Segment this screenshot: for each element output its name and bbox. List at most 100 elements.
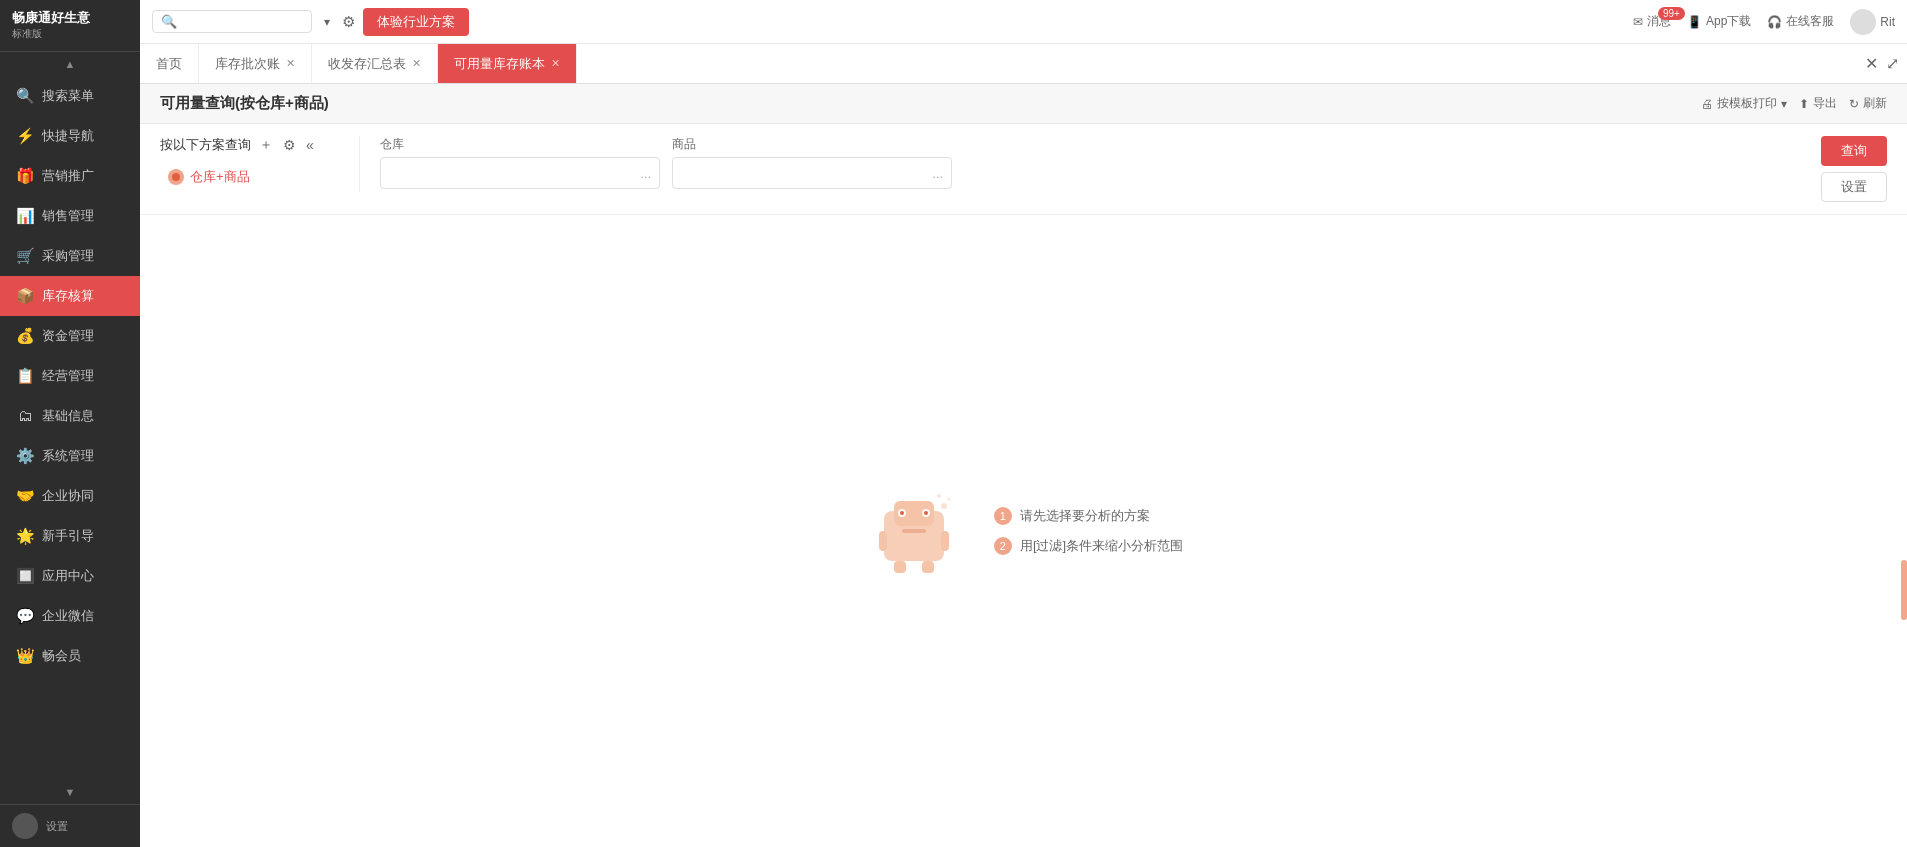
sidebar-item-corp-coop[interactable]: 🤝 企业协同: [0, 476, 140, 516]
sidebar-item-sales[interactable]: 📊 销售管理: [0, 196, 140, 236]
svg-rect-9: [941, 531, 949, 551]
svg-rect-10: [894, 561, 906, 573]
sidebar-item-inventory[interactable]: 📦 库存核算: [0, 276, 140, 316]
sidebar-item-search[interactable]: 🔍 搜索菜单: [0, 76, 140, 116]
tab-collect-summary[interactable]: 收发存汇总表 ✕: [312, 44, 438, 83]
sidebar-item-label: 新手引导: [42, 527, 94, 545]
edit-scheme-button[interactable]: ⚙: [281, 137, 298, 153]
tab-available-stock[interactable]: 可用量库存账本 ✕: [438, 44, 577, 83]
cart-icon: 🛒: [16, 247, 34, 265]
refresh-button[interactable]: ↻ 刷新: [1849, 95, 1887, 112]
query-button[interactable]: 查询: [1821, 136, 1887, 166]
svg-rect-8: [879, 531, 887, 551]
sidebar-item-label: 搜索菜单: [42, 87, 94, 105]
online-service-button[interactable]: 🎧 在线客服: [1767, 13, 1834, 30]
clipboard-icon: 📋: [16, 367, 34, 385]
scheme-item-warehouse-goods[interactable]: 仓库+商品: [160, 162, 347, 192]
tab-close-icon[interactable]: ✕: [412, 57, 421, 70]
sidebar-item-label: 采购管理: [42, 247, 94, 265]
sidebar-item-vip[interactable]: 👑 畅会员: [0, 636, 140, 676]
goods-input-box[interactable]: ...: [672, 157, 952, 189]
scroll-down[interactable]: ▼: [0, 780, 140, 804]
sidebar-item-app-center[interactable]: 🔲 应用中心: [0, 556, 140, 596]
crown-icon: 👑: [16, 647, 34, 665]
brand-name: 畅康通好生意: [12, 10, 128, 27]
sidebar-item-system[interactable]: ⚙️ 系统管理: [0, 436, 140, 476]
sidebar-item-newbie[interactable]: 🌟 新手引导: [0, 516, 140, 556]
tip-text-2: 用[过滤]条件来缩小分析范围: [1020, 537, 1183, 555]
scheme-item-label: 仓库+商品: [190, 168, 250, 186]
sidebar: 畅康通好生意 标准版 ▲ 🔍 搜索菜单 ⚡ 快捷导航 🎁 营销推广 📊 销售管理…: [0, 0, 140, 847]
warehouse-input-box[interactable]: ...: [380, 157, 660, 189]
sidebar-item-label: 应用中心: [42, 567, 94, 585]
sidebar-scroll: 🔍 搜索菜单 ⚡ 快捷导航 🎁 营销推广 📊 销售管理 🛒 采购管理 📦 库存核…: [0, 76, 140, 780]
user-menu[interactable]: Rit: [1850, 9, 1895, 35]
money-icon: 💰: [16, 327, 34, 345]
tab-home[interactable]: 首页: [140, 44, 199, 83]
tip-text-1: 请先选择要分析的方案: [1020, 507, 1150, 525]
search-input[interactable]: [181, 15, 281, 29]
settings-icon[interactable]: ⚙: [342, 13, 355, 31]
warehouse-more-icon[interactable]: ...: [640, 166, 651, 181]
tab-close-icon[interactable]: ✕: [286, 57, 295, 70]
page-content: 可用量查询(按仓库+商品) 🖨 按模板打印 ▾ ⬆ 导出 ↻ 刷新: [140, 84, 1907, 847]
close-tab-button[interactable]: ✕: [1865, 54, 1878, 73]
message-button[interactable]: ✉ 消息 99+: [1633, 13, 1671, 30]
goods-more-icon[interactable]: ...: [932, 166, 943, 181]
field-group-warehouse: 仓库 ...: [380, 136, 660, 189]
sidebar-item-label: 资金管理: [42, 327, 94, 345]
chart-icon: 📊: [16, 207, 34, 225]
topbar-search-box[interactable]: 🔍: [152, 10, 312, 33]
scheme-header: 按以下方案查询 ＋ ⚙ «: [160, 136, 347, 154]
maximize-button[interactable]: ⤢: [1886, 54, 1899, 73]
svg-rect-11: [922, 561, 934, 573]
topbar: 🔍 ▾ ⚙ 体验行业方案 ✉ 消息 99+ 📱 App下载 🎧 在线客服 Rit: [140, 0, 1907, 44]
warehouse-input[interactable]: [389, 166, 636, 181]
brand-sub: 标准版: [12, 27, 128, 41]
chevron-down-icon: ▾: [1781, 97, 1787, 111]
right-scrollbar[interactable]: [1901, 560, 1907, 620]
app-download-button[interactable]: 📱 App下载: [1687, 13, 1751, 30]
grid-icon: 🔲: [16, 567, 34, 585]
industry-solution-button[interactable]: 体验行业方案: [363, 8, 469, 36]
goods-input[interactable]: [681, 166, 928, 181]
filter-area: 按以下方案查询 ＋ ⚙ « 仓库+商品 仓库: [140, 124, 1907, 215]
phone-icon: 📱: [1687, 15, 1702, 29]
dropdown-arrow[interactable]: ▾: [320, 11, 334, 33]
sidebar-item-finance[interactable]: 💰 资金管理: [0, 316, 140, 356]
scheme-dot-icon: [168, 169, 184, 185]
sidebar-item-marketing[interactable]: 🎁 营销推广: [0, 156, 140, 196]
empty-state: 1 请先选择要分析的方案 2 用[过滤]条件来缩小分析范围: [140, 215, 1907, 847]
sidebar-item-purchase[interactable]: 🛒 采购管理: [0, 236, 140, 276]
template-print-button[interactable]: 🖨 按模板打印 ▾: [1701, 95, 1787, 112]
page-header-actions: 🖨 按模板打印 ▾ ⬆ 导出 ↻ 刷新: [1701, 95, 1887, 112]
username-label: Rit: [1880, 15, 1895, 29]
sidebar-item-shortcut[interactable]: ⚡ 快捷导航: [0, 116, 140, 156]
add-scheme-button[interactable]: ＋: [257, 136, 275, 154]
message-badge: 99+: [1658, 7, 1685, 20]
query-fields: 仓库 ... 商品 ...: [360, 136, 1809, 189]
svg-rect-7: [902, 529, 926, 533]
sidebar-item-label: 库存核算: [42, 287, 94, 305]
page-header: 可用量查询(按仓库+商品) 🖨 按模板打印 ▾ ⬆ 导出 ↻ 刷新: [140, 84, 1907, 124]
sidebar-item-basic-info[interactable]: 🗂 基础信息: [0, 396, 140, 436]
tab-close-icon[interactable]: ✕: [551, 57, 560, 70]
handshake-icon: 🤝: [16, 487, 34, 505]
sidebar-item-label: 基础信息: [42, 407, 94, 425]
sidebar-item-label: 营销推广: [42, 167, 94, 185]
goods-label: 商品: [672, 136, 952, 153]
main-area: 🔍 ▾ ⚙ 体验行业方案 ✉ 消息 99+ 📱 App下载 🎧 在线客服 Rit: [140, 0, 1907, 847]
svg-point-5: [900, 511, 904, 515]
tabbar-end: ✕ ⤢: [1857, 44, 1907, 83]
collapse-scheme-button[interactable]: «: [304, 137, 316, 153]
sidebar-item-label: 系统管理: [42, 447, 94, 465]
user-avatar: [1850, 9, 1876, 35]
gift-icon: 🎁: [16, 167, 34, 185]
empty-illustration: [864, 481, 964, 581]
sidebar-item-operation[interactable]: 📋 经营管理: [0, 356, 140, 396]
export-button[interactable]: ⬆ 导出: [1799, 95, 1837, 112]
scroll-up[interactable]: ▲: [0, 52, 140, 76]
sidebar-item-corp-wechat[interactable]: 💬 企业微信: [0, 596, 140, 636]
settings-button[interactable]: 设置: [1821, 172, 1887, 202]
tab-batch-account[interactable]: 库存批次账 ✕: [199, 44, 312, 83]
